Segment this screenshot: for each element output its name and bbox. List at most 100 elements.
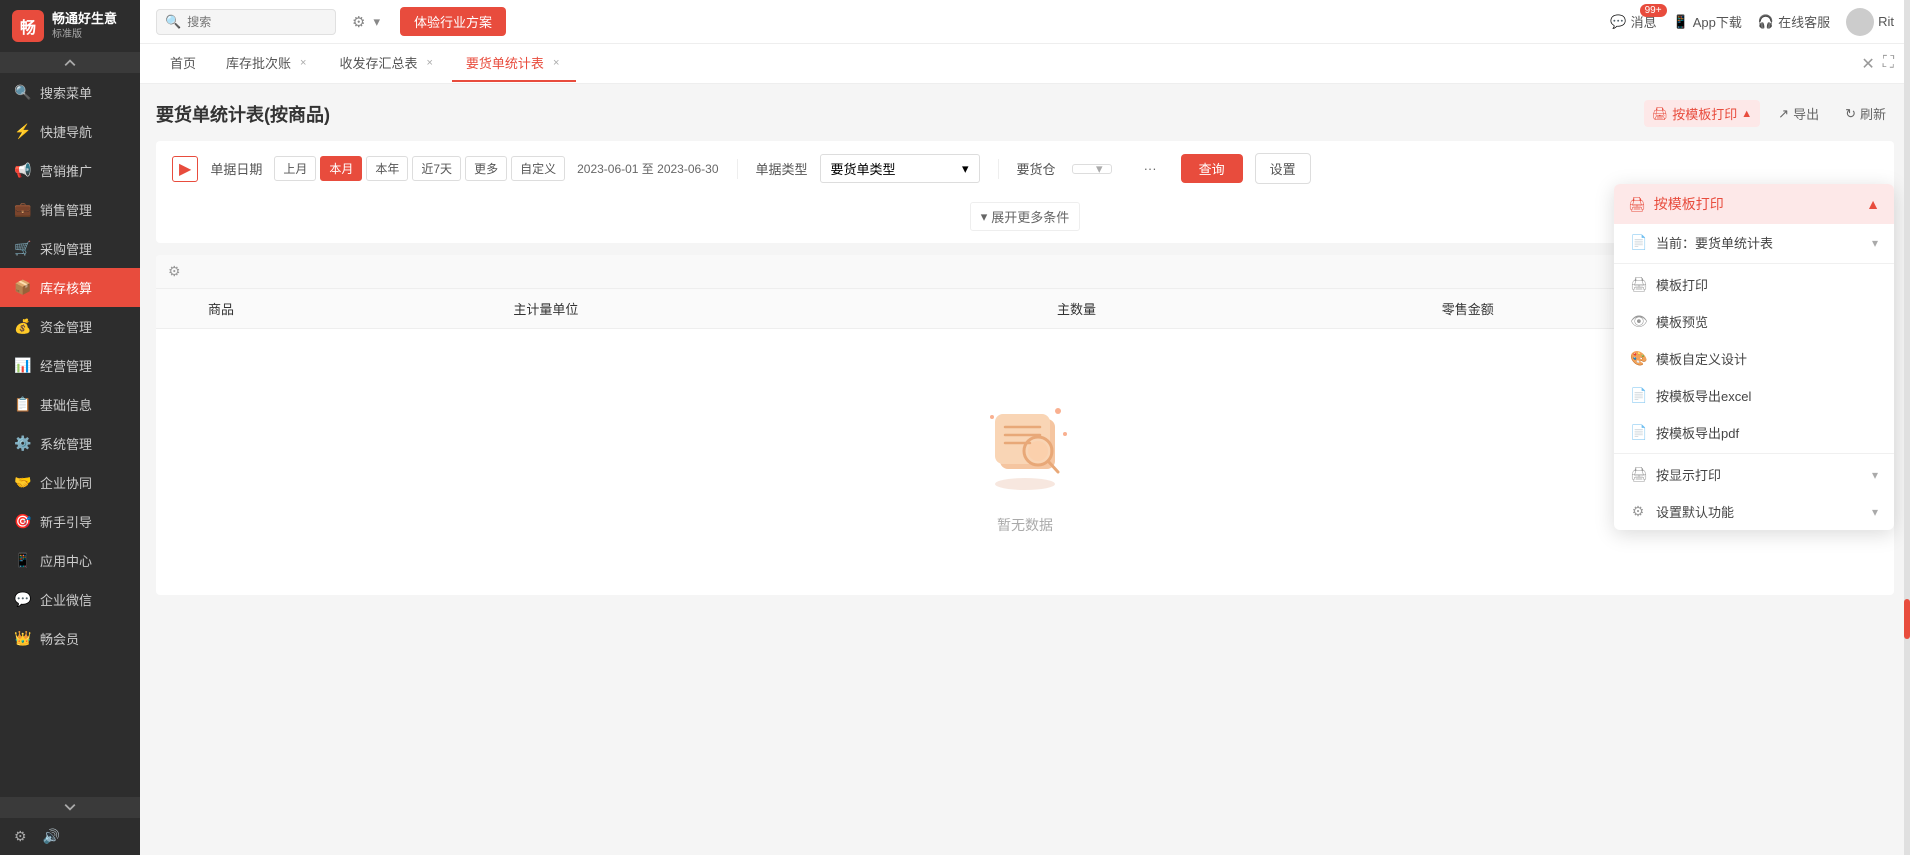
sidebar-item-finance[interactable]: 💰 资金管理: [0, 307, 140, 346]
filter-expand-icon[interactable]: ▶: [172, 156, 198, 182]
search-icon: 🔍: [14, 84, 32, 102]
settings-icon[interactable]: ⚙: [14, 828, 27, 845]
sidebar-item-apps[interactable]: 📱 应用中心: [0, 541, 140, 580]
sidebar-item-purchase[interactable]: 🛒 采购管理: [0, 229, 140, 268]
window-expand-btn[interactable]: ⛶: [1883, 54, 1894, 74]
tab-collection-summary-close[interactable]: ×: [423, 56, 435, 70]
sidebar-item-guide[interactable]: 🎯 新手引导: [0, 502, 140, 541]
topbar-app-download[interactable]: 📱 App下载: [1673, 12, 1742, 31]
expand-more-btn[interactable]: ▾ 展开更多条件: [970, 202, 1081, 231]
sidebar-scroll-down[interactable]: [0, 797, 140, 817]
topbar-messages[interactable]: 💬 消息 99+: [1610, 12, 1656, 31]
print-dropdown-close-icon[interactable]: ▲: [1866, 196, 1880, 212]
topbar-online-service[interactable]: 🎧 在线客服: [1758, 12, 1830, 31]
money-icon: 💰: [14, 318, 32, 336]
warehouse-selector[interactable]: ▾: [1072, 164, 1112, 174]
megaphone-icon: 📢: [14, 162, 32, 180]
type-selector[interactable]: 要货单类型 ▾: [820, 154, 980, 183]
dropdown-current-template-left: 📄 当前：要货单统计表: [1630, 233, 1773, 252]
sidebar-item-sales[interactable]: 💼 销售管理: [0, 190, 140, 229]
date-btn-current-year[interactable]: 本年: [366, 156, 408, 181]
window-close-btn[interactable]: ✕: [1861, 54, 1874, 74]
empty-illustration: [970, 389, 1080, 499]
document-icon: 📄: [1630, 234, 1646, 251]
default-func-icon: ⚙: [1630, 503, 1646, 520]
dropdown-default-func[interactable]: ⚙ 设置默认功能 ▾: [1614, 493, 1894, 530]
ellipsis-btn[interactable]: ···: [1136, 157, 1165, 180]
dropdown-export-excel[interactable]: 📄 按模板导出excel: [1614, 377, 1894, 414]
topbar-user[interactable]: Rit: [1846, 8, 1894, 36]
settings-filter-btn[interactable]: 设置: [1255, 153, 1311, 184]
sidebar-item-system[interactable]: ⚙️ 系统管理: [0, 424, 140, 463]
app-logo-text: 畅通好生意 标准版: [52, 10, 117, 42]
dropdown-template-print[interactable]: 🖨 模板打印: [1614, 266, 1894, 303]
print-dropdown-title-area: 🖨 按模板打印: [1628, 194, 1724, 214]
pdf-icon: 📄: [1630, 424, 1646, 441]
tab-inventory-batch-close[interactable]: ×: [297, 56, 309, 70]
col-product: 商品: [196, 289, 501, 329]
lightning-icon: ⚡: [14, 123, 32, 141]
table-settings-icon[interactable]: ⚙: [168, 263, 181, 280]
filter-divider-2: [998, 159, 999, 179]
tab-collection-summary[interactable]: 收发存汇总表 ×: [325, 45, 449, 82]
sidebar-item-member[interactable]: 👑 畅会员: [0, 619, 140, 658]
sidebar-scroll-up[interactable]: [0, 53, 140, 73]
date-filter-label: 单据日期: [210, 159, 262, 178]
sidebar-item-quick-nav[interactable]: ⚡ 快捷导航: [0, 112, 140, 151]
dropdown-template-custom[interactable]: 🎨 模板自定义设计: [1614, 340, 1894, 377]
dropdown-current-template[interactable]: 📄 当前：要货单统计表 ▾: [1614, 224, 1894, 261]
filter-row-date: ▶ 单据日期 上月 本月 本年 近7天 更多 自定义 2023-06-01 至 …: [172, 153, 1878, 184]
dropdown-template-custom-left: 🎨 模板自定义设计: [1630, 349, 1747, 368]
tabs-window-btns: ✕ ⛶: [1861, 54, 1894, 74]
dropdown-template-preview[interactable]: 👁 模板预览: [1614, 303, 1894, 340]
topbar-nav-dropdown-icon[interactable]: ▾: [373, 14, 380, 30]
date-btn-last-7[interactable]: 近7天: [412, 156, 461, 181]
date-btn-current-month[interactable]: 本月: [320, 156, 362, 181]
dropdown-export-pdf[interactable]: 📄 按模板导出pdf: [1614, 414, 1894, 451]
warehouse-filter-label: 要货仓: [1017, 159, 1056, 178]
tab-order-stats[interactable]: 要货单统计表 ×: [452, 45, 576, 82]
topbar-settings-icon[interactable]: ⚙: [352, 13, 365, 31]
date-buttons: 上月 本月 本年 近7天 更多 自定义: [274, 156, 565, 181]
tab-inventory-batch[interactable]: 库存批次账 ×: [212, 45, 323, 82]
right-scrollbar[interactable]: [1904, 0, 1910, 855]
sidebar-item-operation[interactable]: 📊 经营管理: [0, 346, 140, 385]
sidebar-item-collab[interactable]: 🤝 企业协同: [0, 463, 140, 502]
refresh-btn[interactable]: ↻ 刷新: [1837, 100, 1894, 127]
print-template-btn[interactable]: 🖨 按模板打印 ▲: [1644, 100, 1760, 127]
expand-chevron-icon: ▾: [981, 209, 988, 225]
date-btn-custom[interactable]: 自定义: [511, 156, 565, 181]
sidebar-item-wechat[interactable]: 💬 企业微信: [0, 580, 140, 619]
sidebar-item-basic[interactable]: 📋 基础信息: [0, 385, 140, 424]
sound-icon[interactable]: 🔊: [43, 828, 60, 845]
tab-order-stats-label: 要货单统计表: [466, 53, 544, 72]
topbar-search-input[interactable]: [187, 15, 307, 29]
date-btn-more[interactable]: 更多: [465, 156, 507, 181]
display-print-arrow: ▾: [1872, 468, 1878, 482]
gear-icon: ⚙️: [14, 435, 32, 453]
tab-order-stats-close[interactable]: ×: [550, 56, 562, 70]
dropdown-default-func-left: ⚙ 设置默认功能: [1630, 502, 1734, 521]
empty-text: 暂无数据: [997, 515, 1053, 535]
query-btn[interactable]: 查询: [1181, 154, 1243, 183]
chat-icon: 💬: [14, 591, 32, 609]
message-icon: 💬: [1610, 14, 1626, 30]
sidebar-item-inventory[interactable]: 📦 库存核算: [0, 268, 140, 307]
dropdown-export-excel-left: 📄 按模板导出excel: [1630, 386, 1751, 405]
briefcase-icon: 💼: [14, 201, 32, 219]
topbar-search-box[interactable]: 🔍: [156, 9, 336, 35]
industry-btn[interactable]: 体验行业方案: [400, 7, 506, 36]
dropdown-display-print[interactable]: 🖨 按显示打印 ▾: [1614, 456, 1894, 493]
handshake-icon: 🤝: [14, 474, 32, 492]
tab-home[interactable]: 首页: [156, 45, 210, 82]
eye-icon: 👁: [1630, 313, 1646, 330]
mobile-download-icon: 📱: [1673, 14, 1689, 30]
date-btn-prev-month[interactable]: 上月: [274, 156, 316, 181]
sidebar-item-marketing[interactable]: 📢 营销推广: [0, 151, 140, 190]
sidebar-item-search[interactable]: 🔍 搜索菜单: [0, 73, 140, 112]
topbar: 🔍 ⚙ ▾ 体验行业方案 💬 消息 99+ 📱 App下载 🎧 在线客服: [140, 0, 1910, 44]
print-dropdown-header[interactable]: 🖨 按模板打印 ▲: [1614, 184, 1894, 224]
tabs-bar: 首页 库存批次账 × 收发存汇总表 × 要货单统计表 × ✕ ⛶: [140, 44, 1910, 84]
tab-home-label: 首页: [170, 53, 196, 72]
export-btn[interactable]: ↗ 导出: [1770, 100, 1827, 127]
